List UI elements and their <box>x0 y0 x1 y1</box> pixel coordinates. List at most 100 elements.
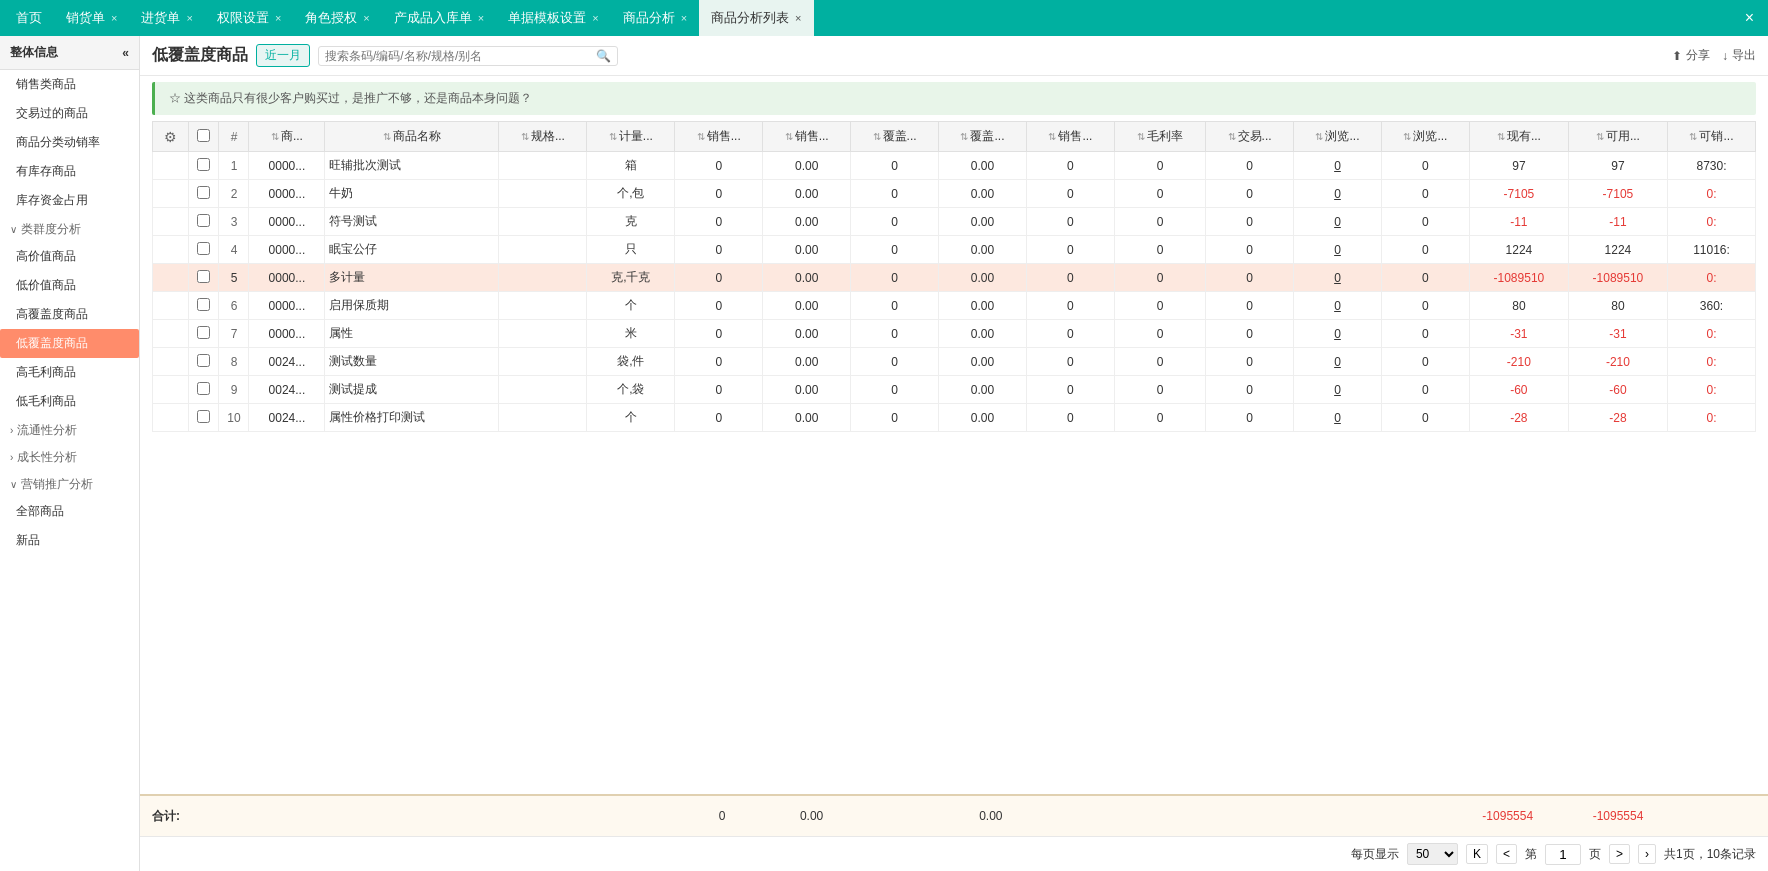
search-input[interactable] <box>325 49 596 63</box>
th-code[interactable]: 商... <box>249 122 325 152</box>
td-gross-rate: 0 <box>1114 208 1205 236</box>
sidebar-item-low-value[interactable]: 低价值商品 <box>0 271 139 300</box>
td-cover2: 0.00 <box>939 404 1027 432</box>
th-sales2[interactable]: 销售... <box>1026 122 1114 152</box>
td-browse1[interactable]: 0 <box>1294 404 1382 432</box>
nav-permission-close[interactable]: × <box>275 12 281 24</box>
row-checkbox[interactable] <box>197 242 210 255</box>
share-button[interactable]: ⬆ 分享 <box>1672 47 1710 64</box>
export-button[interactable]: ↓ 导出 <box>1722 47 1756 64</box>
td-browse1[interactable]: 0 <box>1294 236 1382 264</box>
nav-goods-analysis-list[interactable]: 商品分析列表 × <box>699 0 813 36</box>
sidebar-section-growth[interactable]: › 成长性分析 <box>0 443 139 470</box>
nav-product-stock-close[interactable]: × <box>478 12 484 24</box>
total-info: 共1页，10条记录 <box>1664 846 1756 863</box>
nav-template[interactable]: 单据模板设置 × <box>496 0 610 36</box>
footer-cover2: 0.00 <box>943 804 1040 828</box>
sidebar-section-circulation[interactable]: › 流通性分析 <box>0 416 139 443</box>
nav-permission[interactable]: 权限设置 × <box>205 0 293 36</box>
th-unit[interactable]: 计量... <box>587 122 675 152</box>
row-checkbox[interactable] <box>197 382 210 395</box>
td-browse1[interactable]: 0 <box>1294 348 1382 376</box>
last-page-button[interactable]: › <box>1638 844 1656 864</box>
nav-goods-analysis-list-label: 商品分析列表 <box>711 9 789 27</box>
row-checkbox[interactable] <box>197 354 210 367</box>
th-gear[interactable]: ⚙ <box>153 122 189 152</box>
td-trade: 0 <box>1206 264 1294 292</box>
sidebar-item-high-profit[interactable]: 高毛利商品 <box>0 358 139 387</box>
td-unit: 个 <box>587 404 675 432</box>
nav-sales-close[interactable]: × <box>111 12 117 24</box>
next-page-button[interactable]: > <box>1609 844 1630 864</box>
sidebar-item-low-profit[interactable]: 低毛利商品 <box>0 387 139 416</box>
nav-role[interactable]: 角色授权 × <box>293 0 381 36</box>
td-browse1[interactable]: 0 <box>1294 320 1382 348</box>
th-browse1[interactable]: 浏览... <box>1294 122 1382 152</box>
td-cover1: 0 <box>851 320 939 348</box>
td-checkbox <box>189 404 219 432</box>
footer-total-row: 0 0.00 0.00 -1095554 -1095554 <box>212 804 1756 828</box>
nav-role-close[interactable]: × <box>363 12 369 24</box>
nav-purchase[interactable]: 进货单 × <box>129 0 204 36</box>
td-browse1[interactable]: 0 <box>1294 292 1382 320</box>
sidebar-item-high-coverage[interactable]: 高覆盖度商品 <box>0 300 139 329</box>
sidebar-collapse-btn[interactable]: « <box>122 46 129 60</box>
sidebar-item-all-goods[interactable]: 全部商品 <box>0 497 139 526</box>
row-checkbox[interactable] <box>197 298 210 311</box>
th-cover2[interactable]: 覆盖... <box>939 122 1027 152</box>
sidebar-item-capital[interactable]: 库存资金占用 <box>0 186 139 215</box>
row-checkbox[interactable] <box>197 214 210 227</box>
th-browse2[interactable]: 浏览... <box>1381 122 1469 152</box>
row-checkbox[interactable] <box>197 410 210 423</box>
th-cover1[interactable]: 覆盖... <box>851 122 939 152</box>
th-current-stock[interactable]: 现有... <box>1469 122 1568 152</box>
th-gross-rate[interactable]: 毛利率 <box>1114 122 1205 152</box>
nav-purchase-close[interactable]: × <box>186 12 192 24</box>
close-all-tabs[interactable]: × <box>1735 9 1764 27</box>
td-saleable: 8730: <box>1667 152 1755 180</box>
th-available[interactable]: 可用... <box>1568 122 1667 152</box>
sidebar-item-in-stock[interactable]: 有库存商品 <box>0 157 139 186</box>
row-checkbox[interactable] <box>197 270 210 283</box>
nav-goods-analysis[interactable]: 商品分析 × <box>611 0 699 36</box>
nav-home[interactable]: 首页 <box>4 0 54 36</box>
nav-template-close[interactable]: × <box>592 12 598 24</box>
td-browse1[interactable]: 0 <box>1294 264 1382 292</box>
td-browse1[interactable]: 0 <box>1294 152 1382 180</box>
row-checkbox[interactable] <box>197 326 210 339</box>
td-browse1[interactable]: 0 <box>1294 208 1382 236</box>
th-sales-amt[interactable]: 销售... <box>763 122 851 152</box>
td-browse1[interactable]: 0 <box>1294 376 1382 404</box>
row-checkbox[interactable] <box>197 158 210 171</box>
time-filter-button[interactable]: 近一月 <box>256 44 310 67</box>
th-sales-qty[interactable]: 销售... <box>675 122 763 152</box>
sidebar-item-new-goods[interactable]: 新品 <box>0 526 139 555</box>
row-checkbox[interactable] <box>197 186 210 199</box>
th-name[interactable]: 商品名称 <box>325 122 499 152</box>
prev-page-button[interactable]: < <box>1496 844 1517 864</box>
sidebar-item-sales-goods[interactable]: 销售类商品 <box>0 70 139 99</box>
sidebar-section-marketing[interactable]: ∨ 营销推广分析 <box>0 470 139 497</box>
td-num: 8 <box>219 348 249 376</box>
td-browse1[interactable]: 0 <box>1294 180 1382 208</box>
th-spec[interactable]: 规格... <box>499 122 587 152</box>
page-number-input[interactable] <box>1545 844 1581 865</box>
footer-total-label: 合计: <box>152 808 212 825</box>
page-size-select[interactable]: 50 100 200 <box>1407 843 1458 865</box>
search-icon[interactable]: 🔍 <box>596 49 611 63</box>
select-all-checkbox[interactable] <box>197 129 210 142</box>
nav-goods-analysis-list-close[interactable]: × <box>795 12 801 24</box>
th-trade[interactable]: 交易... <box>1206 122 1294 152</box>
sidebar-item-traded-goods[interactable]: 交易过的商品 <box>0 99 139 128</box>
sidebar-section-cluster[interactable]: ∨ 类群度分析 <box>0 215 139 242</box>
nav-product-stock[interactable]: 产成品入库单 × <box>382 0 496 36</box>
sidebar-item-category-rate[interactable]: 商品分类动销率 <box>0 128 139 157</box>
settings-icon[interactable]: ⚙ <box>164 129 177 145</box>
th-saleable[interactable]: 可销... <box>1667 122 1755 152</box>
sidebar-item-high-value[interactable]: 高价值商品 <box>0 242 139 271</box>
first-page-button[interactable]: K <box>1466 844 1488 864</box>
nav-goods-analysis-close[interactable]: × <box>681 12 687 24</box>
sidebar-item-low-coverage[interactable]: 低覆盖度商品 <box>0 329 139 358</box>
td-spec <box>499 180 587 208</box>
nav-sales[interactable]: 销货单 × <box>54 0 129 36</box>
